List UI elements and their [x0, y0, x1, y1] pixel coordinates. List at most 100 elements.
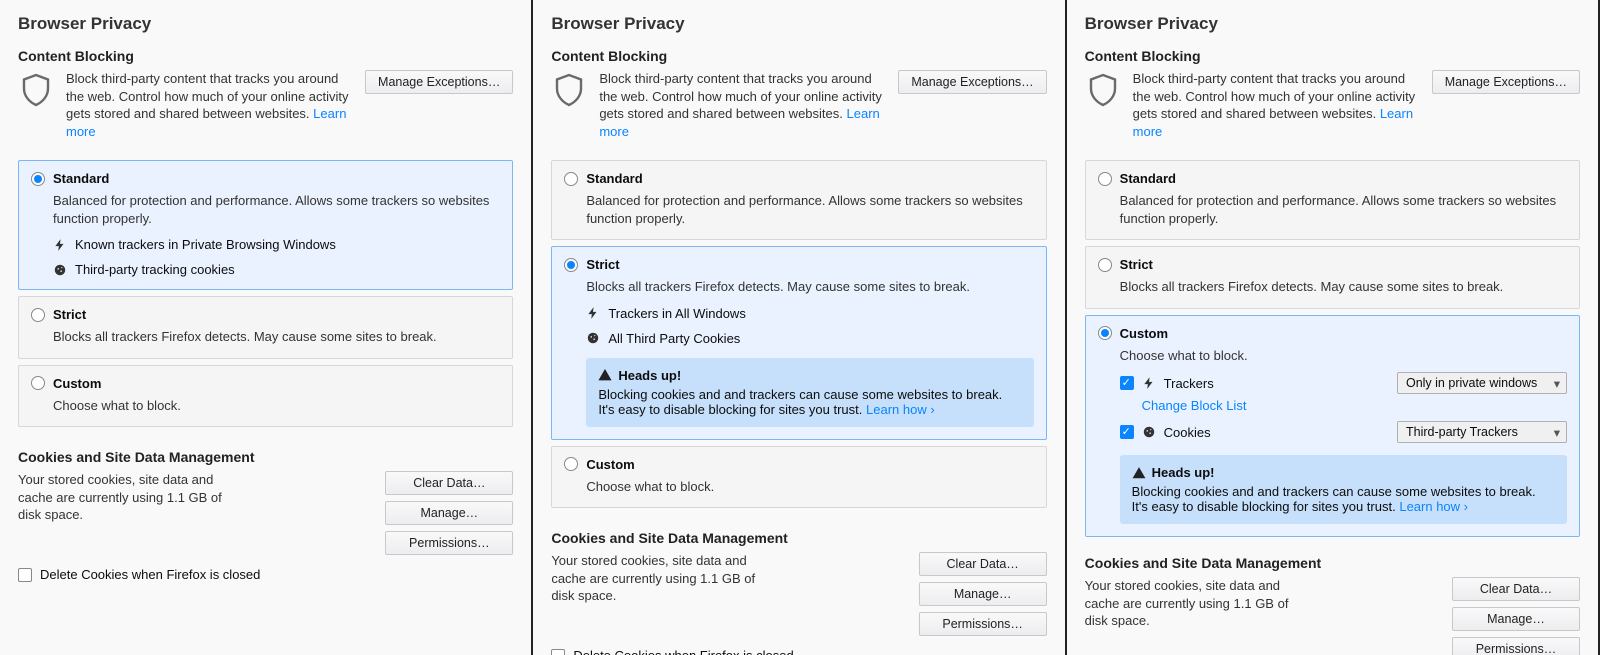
option-custom-label: Custom	[586, 457, 634, 472]
option-standard[interactable]: Standard Balanced for protection and per…	[1085, 160, 1580, 240]
cookies-checkbox[interactable]	[1120, 425, 1134, 439]
option-strict-desc: Blocks all trackers Firefox detects. May…	[586, 278, 1033, 296]
clear-data-button[interactable]: Clear Data…	[1452, 577, 1580, 601]
option-strict-label: Strict	[586, 257, 619, 272]
cookies-text: Your stored cookies, site data and cache…	[1085, 577, 1305, 630]
option-strict-label: Strict	[1120, 257, 1153, 272]
shield-icon	[18, 72, 54, 108]
option-strict-label: Strict	[53, 307, 86, 322]
shield-icon	[1085, 72, 1121, 108]
delete-on-close-label: Delete Cookies when Firefox is closed	[40, 567, 260, 582]
option-strict[interactable]: Strict Blocks all trackers Firefox detec…	[1085, 246, 1580, 309]
intro-row: Block third-party content that tracks yo…	[1085, 70, 1580, 140]
cookies-heading: Cookies and Site Data Management	[1085, 555, 1580, 571]
intro-text: Block third-party content that tracks yo…	[66, 70, 353, 140]
intro-text: Block third-party content that tracks yo…	[599, 70, 886, 140]
custom-warning: Heads up! Blocking cookies and and track…	[1120, 455, 1567, 524]
radio-standard[interactable]	[31, 172, 45, 186]
cookies-row: Your stored cookies, site data and cache…	[18, 471, 513, 555]
shield-icon	[551, 72, 587, 108]
delete-on-close-label: Delete Cookies when Firefox is closed	[573, 648, 793, 655]
manage-button[interactable]: Manage…	[1452, 607, 1580, 631]
option-standard-desc: Balanced for protection and performance.…	[53, 192, 500, 227]
panel-strict: Browser Privacy Content Blocking Block t…	[533, 0, 1066, 655]
manage-exceptions-button[interactable]: Manage Exceptions…	[365, 70, 513, 94]
learn-how-link[interactable]: Learn how ›	[866, 402, 935, 417]
cookies-text: Your stored cookies, site data and cache…	[551, 552, 771, 605]
delete-on-close-row: Delete Cookies when Firefox is closed	[18, 567, 513, 582]
bolt-icon	[1142, 376, 1156, 390]
page-title: Browser Privacy	[1085, 14, 1580, 34]
content-blocking-heading: Content Blocking	[1085, 48, 1580, 64]
radio-custom[interactable]	[31, 376, 45, 390]
delete-on-close-row: Delete Cookies when Firefox is closed	[551, 648, 1046, 655]
delete-on-close-checkbox[interactable]	[18, 568, 32, 582]
learn-how-link[interactable]: Learn how ›	[1399, 499, 1468, 514]
option-strict-desc: Blocks all trackers Firefox detects. May…	[53, 328, 500, 346]
option-standard-desc: Balanced for protection and performance.…	[586, 192, 1033, 227]
cookies-heading: Cookies and Site Data Management	[18, 449, 513, 465]
cookies-select[interactable]: Third-party Trackers	[1397, 421, 1567, 443]
standard-known-trackers: Known trackers in Private Browsing Windo…	[53, 237, 500, 252]
intro-row: Block third-party content that tracks yo…	[551, 70, 1046, 140]
option-standard-label: Standard	[1120, 171, 1176, 186]
option-standard[interactable]: Standard Balanced for protection and per…	[18, 160, 513, 290]
page-title: Browser Privacy	[551, 14, 1046, 34]
warning-icon	[1132, 466, 1146, 480]
strict-all-third-party: All Third Party Cookies	[586, 331, 1033, 346]
radio-strict[interactable]	[564, 258, 578, 272]
bolt-icon	[586, 306, 600, 320]
option-custom-desc: Choose what to block.	[1120, 347, 1567, 365]
intro-text: Block third-party content that tracks yo…	[1133, 70, 1420, 140]
panel-custom: Browser Privacy Content Blocking Block t…	[1067, 0, 1600, 655]
radio-strict[interactable]	[31, 308, 45, 322]
cookies-row: Your stored cookies, site data and cache…	[551, 552, 1046, 636]
cookie-icon	[586, 331, 600, 345]
cookies-text: Your stored cookies, site data and cache…	[18, 471, 238, 524]
cookie-icon	[53, 263, 67, 277]
option-strict[interactable]: Strict Blocks all trackers Firefox detec…	[18, 296, 513, 359]
trackers-checkbox[interactable]	[1120, 376, 1134, 390]
option-standard-desc: Balanced for protection and performance.…	[1120, 192, 1567, 227]
bolt-icon	[53, 238, 67, 252]
permissions-button[interactable]: Permissions…	[385, 531, 513, 555]
option-standard-label: Standard	[586, 171, 642, 186]
permissions-button[interactable]: Permissions…	[1452, 637, 1580, 655]
intro-row: Block third-party content that tracks yo…	[18, 70, 513, 140]
radio-strict[interactable]	[1098, 258, 1112, 272]
option-custom-desc: Choose what to block.	[53, 397, 500, 415]
radio-standard[interactable]	[1098, 172, 1112, 186]
option-custom-label: Custom	[1120, 326, 1168, 341]
manage-button[interactable]: Manage…	[385, 501, 513, 525]
change-block-list-link[interactable]: Change Block List	[1142, 398, 1247, 413]
strict-warning: Heads up! Blocking cookies and and track…	[586, 358, 1033, 427]
clear-data-button[interactable]: Clear Data…	[385, 471, 513, 495]
option-strict[interactable]: Strict Blocks all trackers Firefox detec…	[551, 246, 1046, 440]
custom-cookies-row: Cookies Third-party Trackers	[1120, 421, 1567, 443]
manage-button[interactable]: Manage…	[919, 582, 1047, 606]
standard-third-party-cookies: Third-party tracking cookies	[53, 262, 500, 277]
delete-on-close-checkbox[interactable]	[551, 649, 565, 655]
content-blocking-heading: Content Blocking	[18, 48, 513, 64]
radio-standard[interactable]	[564, 172, 578, 186]
custom-trackers-row: Trackers Only in private windows	[1120, 372, 1567, 394]
option-standard[interactable]: Standard Balanced for protection and per…	[551, 160, 1046, 240]
panel-standard: Browser Privacy Content Blocking Block t…	[0, 0, 533, 655]
trackers-select[interactable]: Only in private windows	[1397, 372, 1567, 394]
option-custom[interactable]: Custom Choose what to block.	[18, 365, 513, 428]
strict-trackers-all: Trackers in All Windows	[586, 306, 1033, 321]
option-strict-desc: Blocks all trackers Firefox detects. May…	[1120, 278, 1567, 296]
radio-custom[interactable]	[1098, 326, 1112, 340]
radio-custom[interactable]	[564, 457, 578, 471]
permissions-button[interactable]: Permissions…	[919, 612, 1047, 636]
trackers-label: Trackers	[1164, 376, 1214, 391]
cookies-label: Cookies	[1164, 425, 1211, 440]
cookie-icon	[1142, 425, 1156, 439]
option-custom[interactable]: Custom Choose what to block. Trackers On…	[1085, 315, 1580, 538]
option-custom-label: Custom	[53, 376, 101, 391]
manage-exceptions-button[interactable]: Manage Exceptions…	[898, 70, 1046, 94]
option-custom[interactable]: Custom Choose what to block.	[551, 446, 1046, 509]
manage-exceptions-button[interactable]: Manage Exceptions…	[1432, 70, 1580, 94]
cookies-row: Your stored cookies, site data and cache…	[1085, 577, 1580, 655]
clear-data-button[interactable]: Clear Data…	[919, 552, 1047, 576]
